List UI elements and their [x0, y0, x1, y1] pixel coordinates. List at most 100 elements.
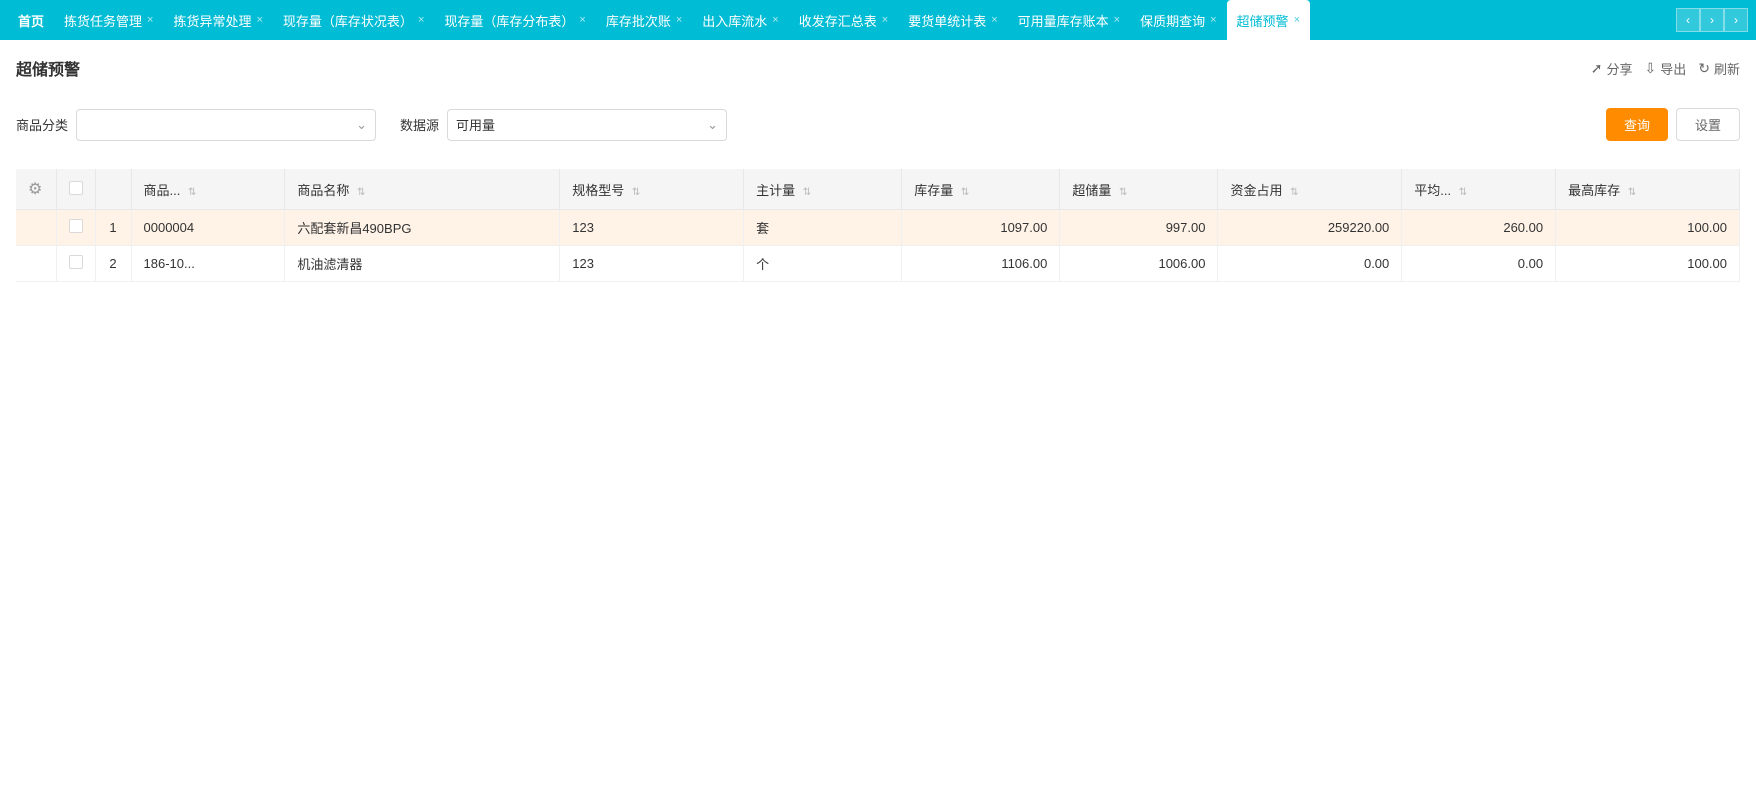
row-avg: 260.00: [1402, 210, 1556, 246]
close-icon[interactable]: ×: [882, 14, 888, 26]
row-overstock: 997.00: [1060, 210, 1218, 246]
nav-item-recv-send[interactable]: 收发存汇总表 ×: [789, 0, 898, 40]
close-icon[interactable]: ×: [991, 14, 997, 26]
sort-icon[interactable]: ⇅: [1628, 187, 1636, 198]
row-settings-cell: [16, 210, 56, 246]
header-actions: ➚ 分享 ⇩ 导出 ↻ 刷新: [1591, 59, 1740, 78]
sort-icon[interactable]: ⇅: [357, 187, 365, 198]
row-checkbox[interactable]: [69, 219, 83, 233]
close-icon[interactable]: ×: [147, 14, 153, 26]
nav-next-arrow[interactable]: ›: [1700, 8, 1724, 32]
nav-item-expiry[interactable]: 保质期查询 ×: [1130, 0, 1226, 40]
row-checkbox[interactable]: [69, 255, 83, 269]
col-settings: ⚙: [16, 169, 56, 210]
row-number: 1: [95, 210, 131, 246]
select-all-checkbox[interactable]: [69, 181, 83, 195]
chevron-down-icon: ⌄: [707, 117, 718, 133]
table-row: 2 186-10... 机油滤清器 123 个 1106.00 1006.00 …: [16, 246, 1740, 282]
row-inventory: 1106.00: [902, 246, 1060, 282]
close-icon[interactable]: ×: [1294, 14, 1300, 26]
nav-prev-arrow[interactable]: ‹: [1676, 8, 1700, 32]
row-capital: 259220.00: [1218, 210, 1402, 246]
col-spec: 规格型号 ⇅: [560, 169, 744, 210]
refresh-icon: ↻: [1698, 60, 1710, 77]
sort-icon[interactable]: ⇅: [961, 187, 969, 198]
close-icon[interactable]: ×: [772, 14, 778, 26]
settings-button[interactable]: 设置: [1676, 108, 1740, 141]
data-table: ⚙ 商品... ⇅ 商品名称 ⇅ 规格型号 ⇅: [16, 169, 1740, 282]
query-button[interactable]: 查询: [1606, 108, 1668, 141]
sort-icon[interactable]: ⇅: [803, 187, 811, 198]
col-inventory: 库存量 ⇅: [902, 169, 1060, 210]
row-overstock: 1006.00: [1060, 246, 1218, 282]
page-title: 超储预警: [16, 56, 80, 80]
col-checkbox: [56, 169, 95, 210]
row-product-code: 186-10...: [131, 246, 285, 282]
row-max-inventory: 100.00: [1556, 210, 1740, 246]
nav-expand-arrow[interactable]: ›: [1724, 8, 1748, 32]
sort-icon[interactable]: ⇅: [1119, 187, 1127, 198]
nav-item-order-stats[interactable]: 要货单统计表 ×: [898, 0, 1007, 40]
top-nav: 首页 拣货任务管理 × 拣货异常处理 × 现存量（库存状况表） × 现存量（库存…: [0, 0, 1756, 40]
row-checkbox-cell: [56, 246, 95, 282]
export-icon: ⇩: [1645, 60, 1657, 77]
col-avg: 平均... ⇅: [1402, 169, 1556, 210]
col-product-code: 商品... ⇅: [131, 169, 285, 210]
close-icon[interactable]: ×: [579, 14, 585, 26]
nav-item-picking-task[interactable]: 拣货任务管理 ×: [54, 0, 163, 40]
datasource-select[interactable]: 可用量 ⌄: [447, 109, 727, 141]
row-avg: 0.00: [1402, 246, 1556, 282]
share-button[interactable]: ➚ 分享: [1591, 59, 1633, 78]
filter-bar: 商品分类 ⌄ 数据源 可用量 ⌄ 查询 设置: [16, 96, 1740, 153]
nav-item-picking-exception[interactable]: 拣货异常处理 ×: [163, 0, 272, 40]
share-icon: ➚: [1591, 60, 1603, 77]
chevron-down-icon: ⌄: [356, 117, 367, 133]
category-filter: 商品分类 ⌄: [16, 109, 376, 141]
row-max-inventory: 100.00: [1556, 246, 1740, 282]
row-checkbox-cell: [56, 210, 95, 246]
close-icon[interactable]: ×: [1114, 14, 1120, 26]
row-product-name: 机油滤清器: [285, 246, 560, 282]
col-unit: 主计量 ⇅: [744, 169, 902, 210]
close-icon[interactable]: ×: [1210, 14, 1216, 26]
sort-icon[interactable]: ⇅: [1459, 187, 1467, 198]
col-max-inventory: 最高库存 ⇅: [1556, 169, 1740, 210]
refresh-button[interactable]: ↻ 刷新: [1698, 59, 1740, 78]
category-select[interactable]: ⌄: [76, 109, 376, 141]
gear-icon[interactable]: ⚙: [28, 181, 42, 198]
filter-actions: 查询 设置: [1606, 108, 1740, 141]
datasource-select-value: 可用量: [456, 115, 495, 134]
nav-item-inout-flow[interactable]: 出入库流水 ×: [692, 0, 788, 40]
sort-icon[interactable]: ⇅: [632, 187, 640, 198]
nav-item-inventory-dist[interactable]: 现存量（库存分布表） ×: [434, 0, 595, 40]
close-icon[interactable]: ×: [676, 14, 682, 26]
close-icon[interactable]: ×: [256, 14, 262, 26]
row-unit: 个: [744, 246, 902, 282]
nav-item-home[interactable]: 首页: [8, 0, 54, 40]
nav-item-inventory-batch[interactable]: 库存批次账 ×: [596, 0, 692, 40]
nav-arrows: ‹ › ›: [1676, 8, 1748, 32]
col-overstock: 超储量 ⇅: [1060, 169, 1218, 210]
nav-item-inventory-status[interactable]: 现存量（库存状况表） ×: [273, 0, 434, 40]
row-spec: 123: [560, 210, 744, 246]
row-product-code: 0000004: [131, 210, 285, 246]
page-header: 超储预警 ➚ 分享 ⇩ 导出 ↻ 刷新: [16, 56, 1740, 80]
row-spec: 123: [560, 246, 744, 282]
nav-item-overstock[interactable]: 超储预警 ×: [1227, 0, 1310, 40]
main-content: 超储预警 ➚ 分享 ⇩ 导出 ↻ 刷新 商品分类 ⌄ 数据源: [0, 40, 1756, 800]
col-product-name: 商品名称 ⇅: [285, 169, 560, 210]
export-button[interactable]: ⇩ 导出: [1645, 59, 1687, 78]
close-icon[interactable]: ×: [418, 14, 424, 26]
row-capital: 0.00: [1218, 246, 1402, 282]
sort-icon[interactable]: ⇅: [1290, 187, 1298, 198]
table-header-row: ⚙ 商品... ⇅ 商品名称 ⇅ 规格型号 ⇅: [16, 169, 1740, 210]
nav-item-available-ledger[interactable]: 可用量库存账本 ×: [1008, 0, 1130, 40]
col-capital: 资金占用 ⇅: [1218, 169, 1402, 210]
row-unit: 套: [744, 210, 902, 246]
datasource-filter: 数据源 可用量 ⌄: [400, 109, 727, 141]
col-number: [95, 169, 131, 210]
sort-icon[interactable]: ⇅: [188, 187, 196, 198]
row-product-name: 六配套新昌490BPG: [285, 210, 560, 246]
row-number: 2: [95, 246, 131, 282]
row-inventory: 1097.00: [902, 210, 1060, 246]
